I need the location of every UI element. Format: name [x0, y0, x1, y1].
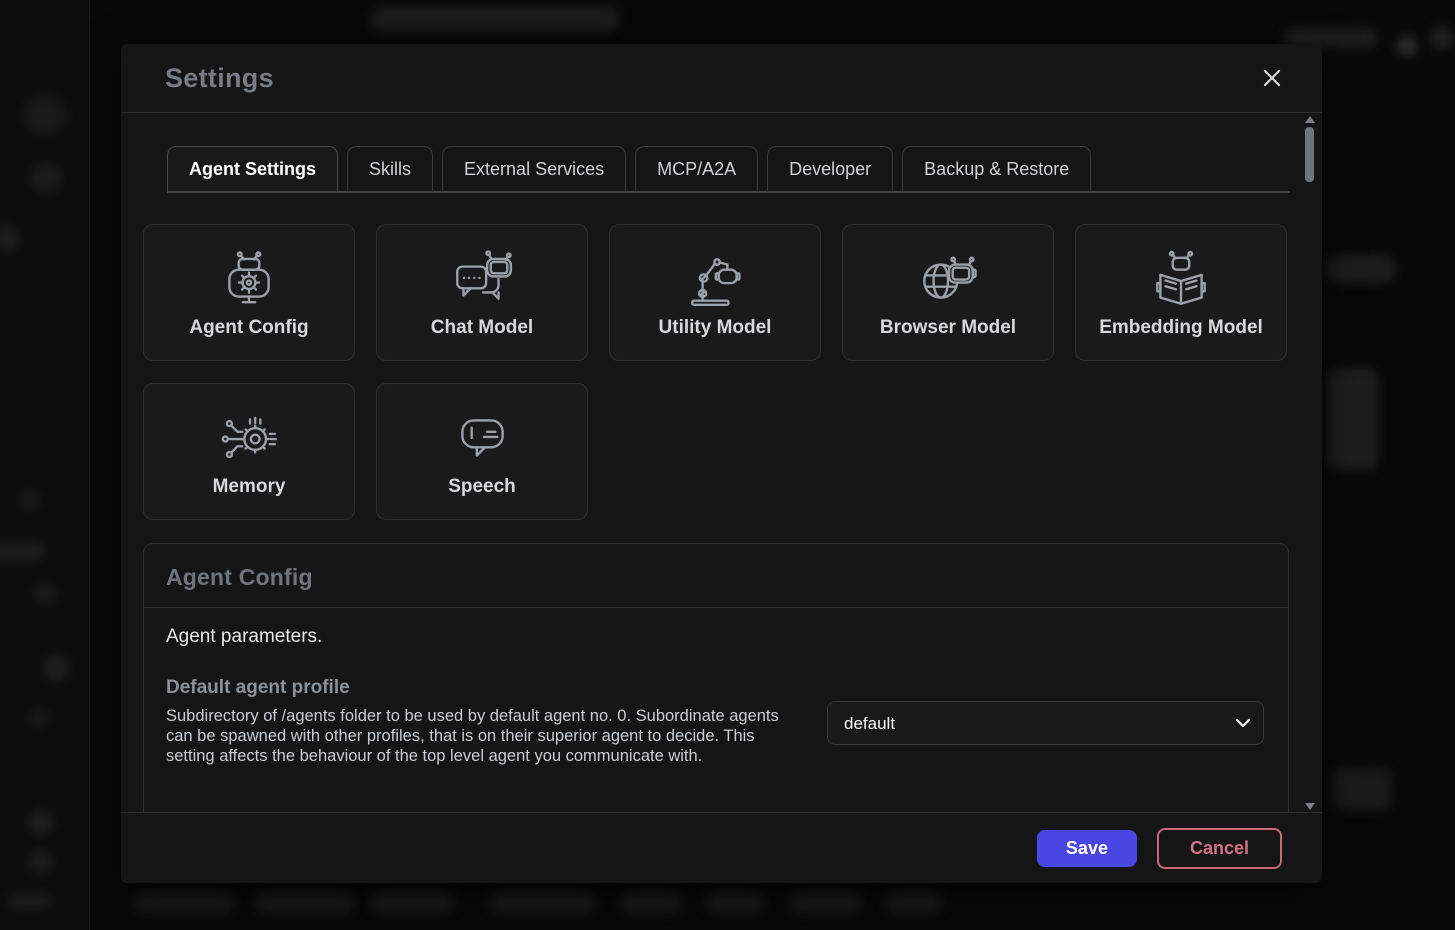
chat-robot-icon: [449, 250, 515, 308]
field-info: Default agent profile Subdirectory of /a…: [166, 677, 826, 766]
background-blob: [8, 893, 52, 909]
card-embedding-model[interactable]: Embedding Model: [1075, 224, 1287, 361]
background-blob: [18, 490, 40, 510]
field-default-agent-profile: Default agent profile Subdirectory of /a…: [166, 677, 1264, 766]
background-blob: [370, 6, 620, 32]
robot-arm-icon: [682, 250, 748, 308]
card-label: Utility Model: [659, 317, 772, 339]
section-description: Agent parameters.: [166, 626, 1264, 648]
card-browser-model[interactable]: Browser Model: [842, 224, 1054, 361]
robot-gear-icon: [216, 250, 282, 308]
card-chat-model[interactable]: Chat Model: [376, 224, 588, 361]
modal-header: Settings: [121, 44, 1322, 113]
section-title: Agent Config: [166, 564, 1264, 591]
scroll-up-arrow[interactable]: [1305, 116, 1315, 123]
circuit-gear-icon: [216, 409, 282, 467]
background-blob: [24, 95, 66, 135]
save-button[interactable]: Save: [1037, 830, 1137, 867]
cancel-button[interactable]: Cancel: [1157, 828, 1282, 869]
background-blob: [1396, 36, 1418, 56]
background-pill: [790, 891, 862, 913]
settings-tabs: Agent Settings Skills External Services …: [167, 146, 1290, 193]
background-blob: [28, 810, 54, 834]
background-pill: [705, 891, 765, 913]
tab-backup-restore[interactable]: Backup & Restore: [902, 146, 1091, 191]
card-agent-config[interactable]: Agent Config: [143, 224, 355, 361]
background-pill: [620, 891, 682, 913]
background-pill: [255, 891, 355, 913]
settings-modal: Settings Agent Settings Skills External …: [121, 44, 1322, 883]
background-blob: [1324, 255, 1396, 283]
speech-bubble-icon: [449, 409, 515, 467]
section-divider: [144, 607, 1288, 608]
card-label: Browser Model: [880, 317, 1016, 339]
card-label: Agent Config: [189, 317, 308, 339]
tab-skills[interactable]: Skills: [347, 146, 433, 191]
card-memory[interactable]: Memory: [143, 383, 355, 520]
close-button[interactable]: [1258, 64, 1286, 92]
card-speech[interactable]: Speech: [376, 383, 588, 520]
field-control: default: [827, 677, 1264, 766]
modal-body: Agent Settings Skills External Services …: [121, 113, 1322, 812]
background-blob: [30, 163, 62, 193]
field-description: Subdirectory of /agents folder to be use…: [166, 706, 806, 766]
card-label: Memory: [213, 476, 286, 498]
close-icon: [1262, 68, 1282, 88]
scroll-down-arrow[interactable]: [1305, 803, 1315, 810]
modal-footer: Save Cancel: [121, 812, 1322, 883]
tab-mcp-a2a[interactable]: MCP/A2A: [635, 146, 758, 191]
field-label: Default agent profile: [166, 677, 826, 699]
tab-agent-settings[interactable]: Agent Settings: [167, 146, 338, 191]
background-sidebar: [0, 0, 90, 930]
background-blob: [1332, 768, 1392, 810]
background-pill: [885, 891, 943, 913]
background-blob: [28, 850, 54, 874]
background-pill: [488, 891, 596, 913]
globe-robot-icon: [915, 250, 981, 308]
background-blob: [0, 541, 46, 561]
card-label: Embedding Model: [1099, 317, 1263, 339]
tab-developer[interactable]: Developer: [767, 146, 893, 191]
background-blob: [28, 708, 50, 728]
background-pill: [135, 891, 235, 913]
agent-config-section: Agent Config Agent parameters. Default a…: [143, 543, 1289, 812]
settings-cards: Agent Config Chat Mo: [143, 224, 1291, 520]
card-label: Chat Model: [431, 317, 533, 339]
background-blob: [33, 583, 57, 605]
scrollbar-thumb[interactable]: [1305, 127, 1314, 182]
modal-title: Settings: [165, 63, 274, 94]
background-blob: [1326, 368, 1378, 470]
card-utility-model[interactable]: Utility Model: [609, 224, 821, 361]
default-agent-profile-select[interactable]: default: [827, 701, 1264, 745]
background-pill: [370, 891, 455, 913]
modal-scrollbar[interactable]: [1304, 116, 1315, 812]
background-blob: [1429, 26, 1455, 50]
tab-external-services[interactable]: External Services: [442, 146, 626, 191]
background-blob: [42, 655, 70, 681]
book-robot-icon: [1148, 250, 1214, 308]
card-label: Speech: [448, 476, 516, 498]
